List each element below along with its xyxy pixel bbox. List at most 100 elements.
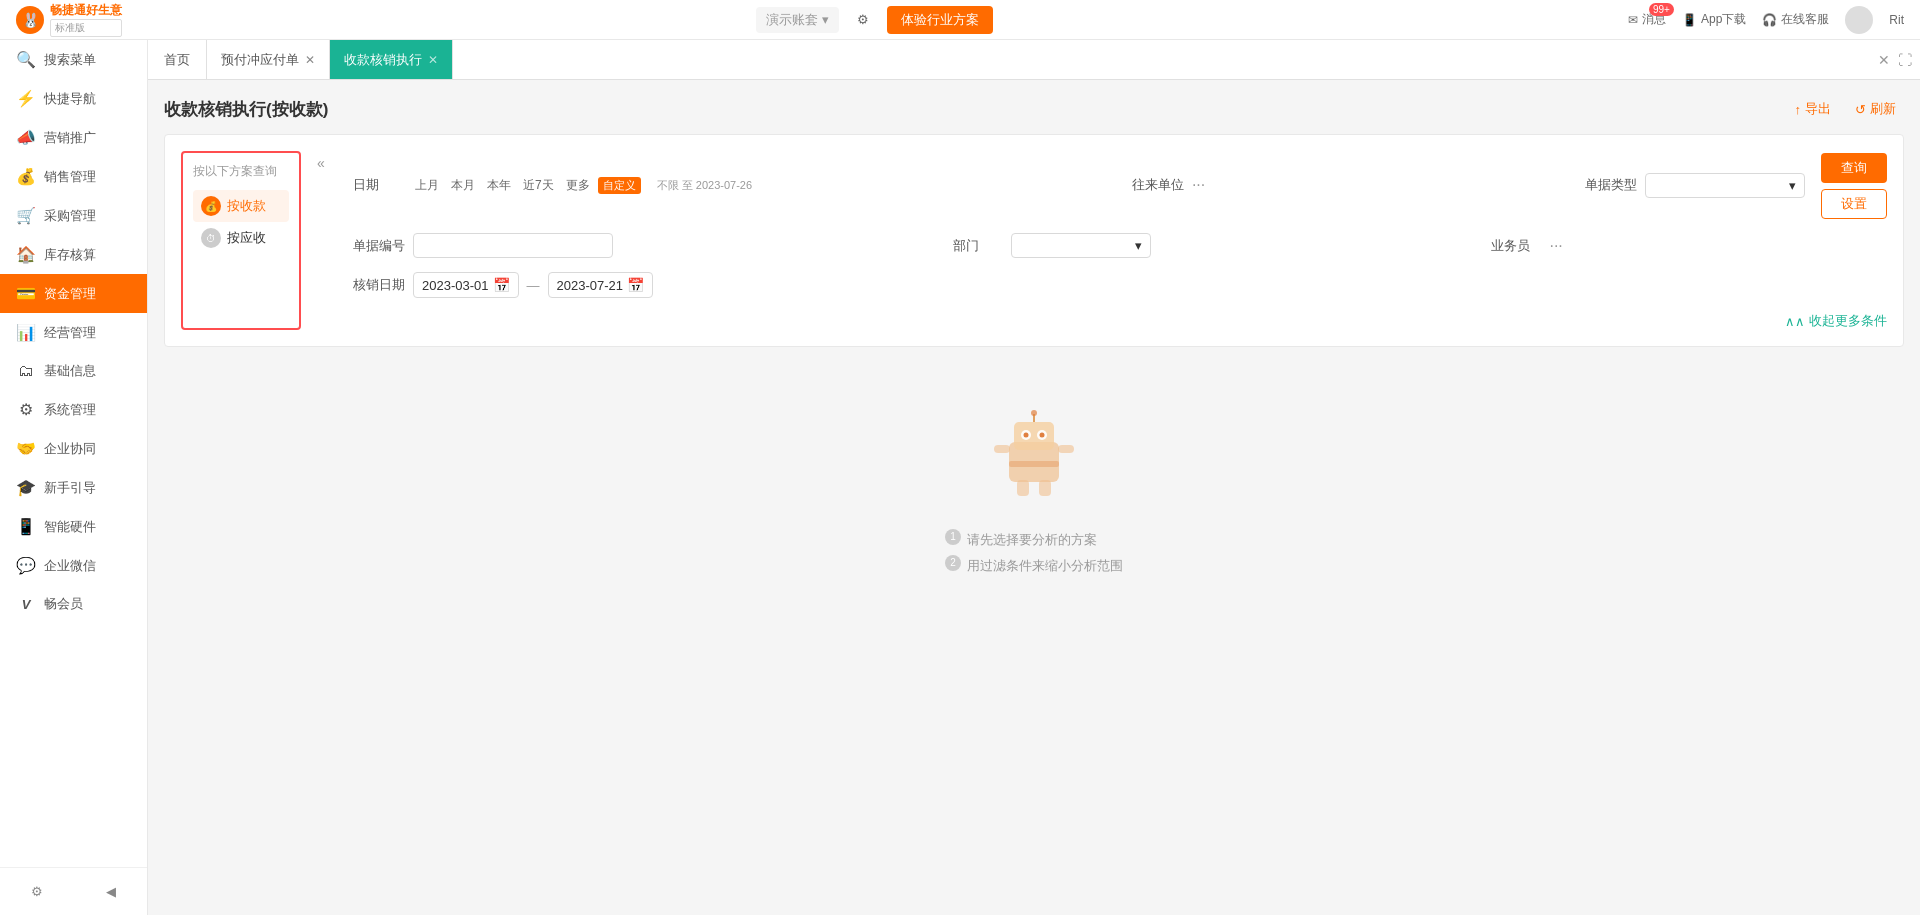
- settings-icon[interactable]: ⚙: [849, 6, 877, 34]
- this-year-btn[interactable]: 本年: [483, 175, 515, 196]
- app-download-button[interactable]: 📱 App下载: [1682, 11, 1746, 28]
- counterpart-input[interactable]: ···: [1192, 176, 1205, 194]
- dept-label: 部门: [953, 237, 1003, 255]
- writeoff-start-input[interactable]: 2023-03-01 📅: [413, 272, 519, 298]
- page-header: 收款核销执行(按收款) ↑ 导出 ↺ 刷新: [164, 96, 1904, 122]
- tab-home[interactable]: 首页: [148, 40, 207, 79]
- user-name: Rit: [1889, 13, 1904, 27]
- empty-tips: 1 请先选择要分析的方案 2 用过滤条件来缩小分析范围: [945, 527, 1123, 579]
- message-icon: ✉: [1628, 13, 1638, 27]
- doc-type-select[interactable]: ▾: [1645, 173, 1805, 198]
- sidebar-item-base-info[interactable]: 🗂 基础信息: [0, 352, 147, 390]
- message-button[interactable]: ✉ 消息 99+: [1628, 11, 1666, 28]
- sidebar-item-finance[interactable]: 💳 资金管理: [0, 274, 147, 313]
- sidebar-item-system[interactable]: ⚙ 系统管理: [0, 390, 147, 429]
- tab-spacer: [453, 40, 1870, 79]
- sidebar-item-operation[interactable]: 📊 经营管理: [0, 313, 147, 352]
- tab-writeoff[interactable]: 收款核销执行 ✕: [330, 40, 453, 79]
- tip-text-2: 用过滤条件来缩小分析范围: [967, 553, 1123, 579]
- sidebar-item-inventory[interactable]: 🏠 库存核算: [0, 235, 147, 274]
- service-button[interactable]: 🎧 在线客服: [1762, 11, 1829, 28]
- user-avatar[interactable]: [1845, 6, 1873, 34]
- member-icon: V: [16, 597, 36, 612]
- dropdown-icon: ▾: [1789, 178, 1796, 193]
- calendar-start-icon[interactable]: 📅: [493, 277, 510, 293]
- staff-input[interactable]: ···: [1549, 237, 1562, 255]
- tab-close-prepay[interactable]: ✕: [305, 53, 315, 67]
- sidebar-item-wechat[interactable]: 💬 企业微信: [0, 546, 147, 585]
- this-month-btn[interactable]: 本月: [447, 175, 479, 196]
- collapse-more-label: 收起更多条件: [1809, 312, 1887, 330]
- filter-option-by-receivable[interactable]: ⏱ 按应收: [193, 222, 289, 254]
- search-icon: 🔍: [16, 50, 36, 69]
- calendar-end-icon[interactable]: 📅: [627, 277, 644, 293]
- refresh-icon: ↺: [1855, 102, 1866, 117]
- hardware-icon: 📱: [16, 517, 36, 536]
- wechat-icon: 💬: [16, 556, 36, 575]
- tab-prepay[interactable]: 预付冲应付单 ✕: [207, 40, 330, 79]
- query-button[interactable]: 查询: [1821, 153, 1887, 183]
- tab-expand-icon[interactable]: ⛶: [1898, 52, 1912, 68]
- last-month-btn[interactable]: 上月: [411, 175, 443, 196]
- sidebar-item-marketing[interactable]: 📣 营销推广: [0, 118, 147, 157]
- dept-select[interactable]: ▾: [1011, 233, 1151, 258]
- more-btn[interactable]: 更多: [562, 175, 594, 196]
- export-button[interactable]: ↑ 导出: [1787, 96, 1840, 122]
- edition-badge: 标准版: [50, 19, 122, 37]
- sales-icon: 💰: [16, 167, 36, 186]
- top-bar: 🐰 畅捷通好生意 标准版 演示账套 ▾ ⚙ 体验行业方案 ✉ 消息 99+ 📱 …: [0, 0, 1920, 40]
- sidebar-label-hardware: 智能硬件: [44, 518, 96, 536]
- company-selector[interactable]: 演示账套 ▾: [756, 7, 839, 33]
- company-name: 演示账套: [766, 11, 818, 29]
- sidebar-label-finance: 资金管理: [44, 285, 96, 303]
- sidebar-item-guide[interactable]: 🎓 新手引导: [0, 468, 147, 507]
- sidebar-item-search-menu[interactable]: 🔍 搜索菜单: [0, 40, 147, 79]
- tab-controls: ✕ ⛶: [1870, 40, 1920, 79]
- last-7days-btn[interactable]: 近7天: [519, 175, 558, 196]
- sidebar-item-sales[interactable]: 💰 销售管理: [0, 157, 147, 196]
- sidebar-item-enterprise[interactable]: 🤝 企业协同: [0, 429, 147, 468]
- sidebar-settings-button[interactable]: ⚙: [15, 876, 59, 907]
- collapse-icon: ◀: [106, 884, 116, 899]
- industry-button[interactable]: 体验行业方案: [887, 6, 993, 34]
- top-bar-center: 演示账套 ▾ ⚙ 体验行业方案: [756, 6, 993, 34]
- custom-date-badge[interactable]: 自定义: [598, 177, 641, 194]
- receivable-icon: ⏱: [201, 228, 221, 248]
- guide-icon: 🎓: [16, 478, 36, 497]
- sidebar-label-operation: 经营管理: [44, 324, 96, 342]
- top-bar-right: ✉ 消息 99+ 📱 App下载 🎧 在线客服 Rit: [1628, 6, 1904, 34]
- tab-prepay-label: 预付冲应付单: [221, 51, 299, 69]
- collapse-arrow-icon: «: [317, 155, 325, 171]
- sidebar-label-quick: 快捷导航: [44, 90, 96, 108]
- sidebar-collapse-button[interactable]: ◀: [90, 876, 132, 907]
- tip-item-1: 1 请先选择要分析的方案: [945, 527, 1123, 553]
- filter-panel: 按以下方案查询 💰 按收款 ⏱ 按应收 «: [164, 134, 1904, 347]
- sidebar-label-inventory: 库存核算: [44, 246, 96, 264]
- filter-collapse-button[interactable]: «: [317, 151, 337, 330]
- counterpart-label: 往来单位: [1132, 176, 1184, 194]
- sidebar-item-member[interactable]: V 畅会员: [0, 585, 147, 623]
- sidebar-item-hardware[interactable]: 📱 智能硬件: [0, 507, 147, 546]
- doc-no-input[interactable]: [413, 233, 613, 258]
- sidebar-item-purchase[interactable]: 🛒 采购管理: [0, 196, 147, 235]
- tab-close-writeoff[interactable]: ✕: [428, 53, 438, 67]
- counterpart-field: 往来单位 ···: [1132, 176, 1205, 194]
- filter-row-3: 核销日期 2023-03-01 📅 — 2023-07-21 📅: [353, 272, 1887, 298]
- refresh-button[interactable]: ↺ 刷新: [1847, 96, 1904, 122]
- tab-close-all-icon[interactable]: ✕: [1878, 52, 1890, 68]
- svg-rect-1: [1014, 422, 1054, 450]
- collapse-more-button[interactable]: ∧∧ 收起更多条件: [353, 312, 1887, 330]
- date-field: 日期 上月 本月 本年 近7天 更多 自定义: [353, 175, 641, 196]
- filter-option-by-receipt[interactable]: 💰 按收款: [193, 190, 289, 222]
- tip-num-1: 1: [945, 529, 961, 545]
- filter-scheme-panel: 按以下方案查询 💰 按收款 ⏱ 按应收: [181, 151, 301, 330]
- writeoff-date-label: 核销日期: [353, 276, 405, 294]
- sidebar-item-quick-nav[interactable]: ⚡ 快捷导航: [0, 79, 147, 118]
- svg-rect-9: [1058, 445, 1074, 453]
- dept-field: 部门 ▾: [953, 233, 1151, 258]
- writeoff-end-input[interactable]: 2023-07-21 📅: [548, 272, 654, 298]
- svg-rect-12: [1009, 461, 1059, 467]
- settings-button[interactable]: 设置: [1821, 189, 1887, 219]
- date-no-limit: 不限 至 2023-07-26: [657, 178, 752, 193]
- sidebar-bottom: ⚙ ◀: [0, 867, 147, 915]
